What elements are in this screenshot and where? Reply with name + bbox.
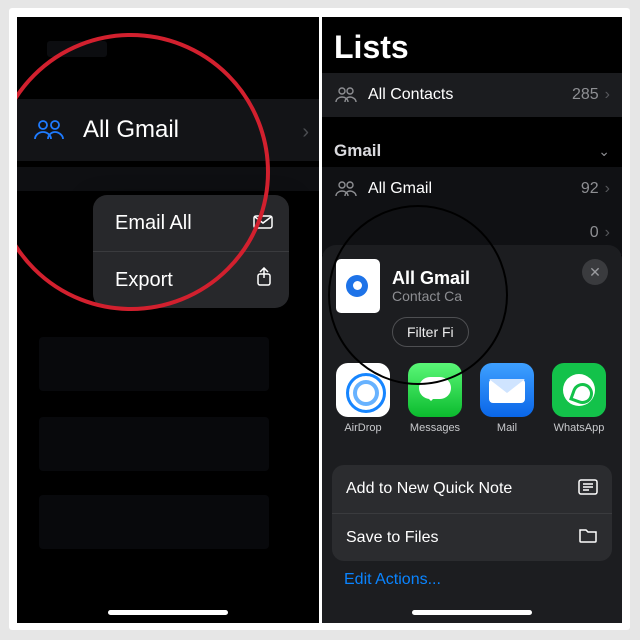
row-count: 285: [572, 86, 599, 104]
chevron-right-icon: ›: [605, 86, 610, 104]
section-header: [17, 167, 319, 191]
people-icon: [334, 181, 358, 197]
menu-label: Email All: [115, 212, 192, 235]
share-title: All Gmail: [392, 268, 470, 288]
chevron-down-icon: ⌄: [598, 143, 610, 160]
context-menu: Email All Export: [93, 195, 289, 308]
share-subtitle: Contact Ca: [392, 288, 470, 304]
group-label: All Gmail: [83, 116, 179, 144]
app-label: WhatsApp: [554, 422, 605, 434]
group-all-gmail[interactable]: All Gmail ›: [17, 99, 319, 161]
filter-chip[interactable]: Filter Fi: [392, 317, 469, 347]
section-label: Gmail: [334, 141, 598, 161]
row-label: All Contacts: [368, 86, 572, 104]
share-app-messages[interactable]: Messages: [408, 363, 462, 434]
chevron-right-icon: ›: [302, 121, 309, 144]
list-group-all-gmail[interactable]: All Gmail 92 ›: [322, 167, 622, 211]
row-count: 92: [581, 180, 599, 198]
home-indicator: [108, 610, 228, 615]
people-icon: [334, 87, 358, 103]
menu-email-all[interactable]: Email All: [93, 195, 289, 251]
obscured-content: [39, 337, 269, 391]
page-title: Lists: [334, 29, 409, 66]
share-header: All Gmail Contact Ca ✕: [322, 245, 622, 321]
list-all-contacts[interactable]: All Contacts 285 ›: [322, 73, 622, 117]
mail-icon: [480, 363, 534, 417]
row-count: 0: [590, 224, 599, 242]
row-label: All Gmail: [368, 180, 581, 198]
menu-label: Export: [115, 269, 173, 292]
action-label: Save to Files: [346, 529, 438, 547]
share-apps-row: AirDrop Messages Mail WhatsApp: [322, 363, 622, 453]
obscured-content: [39, 417, 269, 471]
obscured-title: [47, 41, 107, 57]
chevron-right-icon: ›: [605, 224, 610, 242]
edit-actions-link[interactable]: Edit Actions...: [344, 571, 441, 589]
app-label: Messages: [410, 422, 460, 434]
filter-chip-label: Filter Fi: [407, 324, 454, 340]
action-save-to-files[interactable]: Save to Files: [332, 513, 612, 561]
messages-icon: [408, 363, 462, 417]
share-app-airdrop[interactable]: AirDrop: [336, 363, 390, 434]
action-quick-note[interactable]: Add to New Quick Note: [332, 465, 612, 513]
left-screenshot: All Gmail › Email All Export: [17, 17, 319, 623]
share-icon: [255, 267, 273, 293]
chevron-right-icon: ›: [605, 180, 610, 198]
share-actions: Add to New Quick Note Save to Files: [332, 465, 612, 561]
share-app-whatsapp[interactable]: WhatsApp: [552, 363, 606, 434]
menu-export[interactable]: Export: [93, 252, 289, 308]
quick-note-icon: [578, 479, 598, 500]
people-icon: [33, 119, 67, 141]
home-indicator: [412, 610, 532, 615]
folder-icon: [578, 527, 598, 548]
right-screenshot: Lists All Contacts 285 › Gmail ⌄ All Gma…: [322, 17, 622, 623]
app-label: Mail: [497, 422, 517, 434]
close-button[interactable]: ✕: [582, 259, 608, 285]
action-label: Add to New Quick Note: [346, 480, 512, 498]
obscured-content: [39, 495, 269, 549]
vcard-file-icon: [336, 259, 380, 313]
share-sheet: All Gmail Contact Ca ✕ Filter Fi AirDrop…: [322, 245, 622, 623]
envelope-icon: [253, 212, 273, 235]
app-label: AirDrop: [344, 422, 381, 434]
airdrop-icon: [336, 363, 390, 417]
share-app-mail[interactable]: Mail: [480, 363, 534, 434]
whatsapp-icon: [552, 363, 606, 417]
